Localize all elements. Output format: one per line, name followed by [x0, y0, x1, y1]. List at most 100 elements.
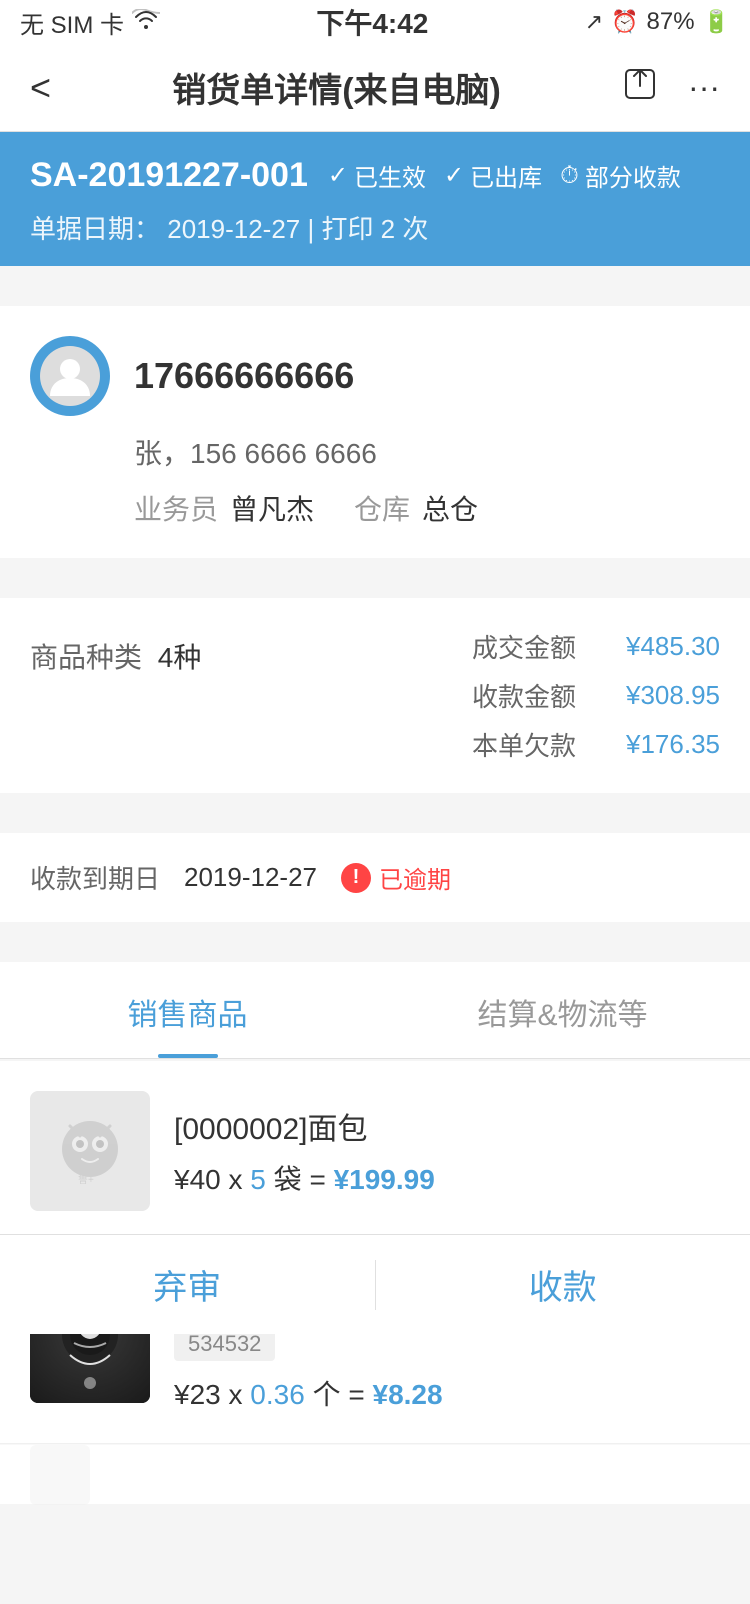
- product-item-1: 鲁+ [0000002]面包 ¥40 x 5 袋 = ¥199.99: [0, 1061, 750, 1242]
- total-1: ¥199.99: [334, 1164, 435, 1195]
- location-icon: ↗: [585, 9, 603, 35]
- summary-section: 商品种类 4种 成交金额 ¥485.30 收款金额 ¥308.95 本单欠款 ¥…: [0, 598, 750, 793]
- status-bar: 无 SIM 卡 下午4:42 ↗ ⏰ 87% 🔋: [0, 0, 750, 44]
- due-section: 收款到期日 2019-12-27 ! 已逾期: [0, 833, 750, 922]
- bottom-padding: [0, 1504, 750, 1604]
- order-banner: SA-20191227-001 ✓ 已生效 ✓ 已出库 ⏱ 部分收款 单据日期：…: [0, 132, 750, 266]
- received-label: 收款金额: [472, 677, 576, 714]
- battery-icon: 🔋: [703, 9, 730, 35]
- salesperson-value: 曾凡杰: [230, 488, 314, 528]
- price-1: ¥40: [174, 1164, 221, 1195]
- unit-2: 个: [313, 1379, 341, 1410]
- customer-section: 17666666666 张，156 6666 6666 业务员 曾凡杰 仓库 总…: [0, 306, 750, 558]
- salesperson-label: 业务员: [134, 488, 218, 528]
- overdue-label: 已逾期: [379, 860, 451, 895]
- customer-row: 17666666666: [30, 336, 720, 416]
- equals-2: =: [348, 1379, 372, 1410]
- tab-settlement-label: 结算&物流等: [477, 999, 647, 1032]
- page-title: 销货单详情(来自电脑): [172, 63, 501, 112]
- product-info-1: [0000002]面包 ¥40 x 5 袋 = ¥199.99: [174, 1104, 720, 1198]
- status-bar-right: ↗ ⏰ 87% 🔋: [585, 8, 730, 36]
- alarm-icon: ⏰: [611, 9, 638, 35]
- carrier-label: 无 SIM 卡: [20, 5, 124, 40]
- badge-partial-label: 部分收款: [585, 158, 681, 193]
- due-date-value: 2019-12-27: [184, 862, 317, 893]
- deal-label: 成交金额: [472, 628, 576, 665]
- check-icon-1: ✓: [328, 161, 348, 190]
- nav-bar: < 销货单详情(来自电脑) ···: [0, 44, 750, 132]
- salesperson-info: 业务员 曾凡杰: [134, 488, 314, 528]
- type-label: 商品种类: [30, 642, 142, 673]
- tab-products[interactable]: 销售商品: [0, 962, 375, 1058]
- type-count: 4种: [158, 642, 202, 673]
- divider-4: [0, 922, 750, 942]
- badge-partial: ⏱ 部分收款: [560, 158, 681, 193]
- confirm-button[interactable]: 收款: [376, 1240, 750, 1329]
- badge-effective-label: 已生效: [354, 158, 426, 193]
- equals-1: =: [309, 1164, 333, 1195]
- check-icon-2: ✓: [444, 161, 464, 190]
- more-button[interactable]: ···: [688, 69, 720, 106]
- qty-1: 5: [250, 1164, 266, 1195]
- wifi-icon: [132, 8, 160, 36]
- summary-left: 商品种类 4种: [30, 628, 201, 676]
- customer-meta: 业务员 曾凡杰 仓库 总仓: [134, 488, 720, 528]
- nav-right: ···: [622, 66, 720, 110]
- owed-value: ¥176.35: [600, 729, 720, 760]
- qty-2: 0.36: [250, 1379, 305, 1410]
- product-thumb-partial: [30, 1445, 90, 1505]
- back-button[interactable]: <: [30, 67, 51, 109]
- tabs-section: 销售商品 结算&物流等: [0, 962, 750, 1059]
- avatar-icon: [40, 346, 100, 406]
- overdue-badge: ! 已逾期: [341, 860, 451, 895]
- status-bar-left: 无 SIM 卡: [20, 5, 160, 40]
- tab-settlement[interactable]: 结算&物流等: [375, 962, 750, 1058]
- badge-shipped: ✓ 已出库: [444, 158, 542, 193]
- product-item-partial: [0, 1444, 750, 1504]
- print-info: | 打印 2 次: [307, 214, 428, 244]
- total-2: ¥8.28: [373, 1379, 443, 1410]
- battery-label: 87%: [647, 8, 695, 36]
- owed-row: 本单欠款 ¥176.35: [472, 726, 720, 763]
- product-name-1: [0000002]面包: [174, 1104, 720, 1148]
- order-badges: ✓ 已生效 ✓ 已出库 ⏱ 部分收款: [328, 158, 681, 193]
- owed-label: 本单欠款: [472, 726, 576, 763]
- customer-id: 17666666666: [134, 355, 354, 397]
- deal-row: 成交金额 ¥485.30: [472, 628, 720, 665]
- warehouse-value: 总仓: [422, 488, 478, 528]
- divider-2: [0, 558, 750, 578]
- warehouse-label: 仓库: [354, 488, 410, 528]
- unit-1: 袋: [274, 1164, 302, 1195]
- price-2: ¥23: [174, 1379, 221, 1410]
- clock-icon: ⏱: [560, 162, 579, 190]
- overdue-icon: !: [341, 863, 371, 893]
- banner-top: SA-20191227-001 ✓ 已生效 ✓ 已出库 ⏱ 部分收款: [30, 156, 720, 195]
- order-date-row: 单据日期： 2019-12-27 | 打印 2 次: [30, 209, 720, 246]
- received-value: ¥308.95: [600, 680, 720, 711]
- badge-effective: ✓ 已生效: [328, 158, 426, 193]
- multiply-1: x: [229, 1164, 251, 1195]
- cancel-button[interactable]: 弃审: [0, 1240, 375, 1329]
- share-button[interactable]: [622, 66, 658, 110]
- product-price-1: ¥40 x 5 袋 = ¥199.99: [174, 1158, 720, 1198]
- date-label: 单据日期：: [30, 214, 160, 244]
- summary-right: 成交金额 ¥485.30 收款金额 ¥308.95 本单欠款 ¥176.35: [472, 628, 720, 763]
- bottom-toolbar: 弃审 收款: [0, 1234, 750, 1334]
- divider-3: [0, 793, 750, 813]
- summary-row: 商品种类 4种 成交金额 ¥485.30 收款金额 ¥308.95 本单欠款 ¥…: [30, 628, 720, 763]
- badge-shipped-label: 已出库: [470, 158, 542, 193]
- deal-value: ¥485.30: [600, 631, 720, 662]
- product-price-2: ¥23 x 0.36 个 = ¥8.28: [174, 1373, 720, 1413]
- warehouse-info: 仓库 总仓: [354, 488, 478, 528]
- order-id: SA-20191227-001: [30, 156, 308, 195]
- tab-products-label: 销售商品: [128, 999, 248, 1032]
- multiply-2: x: [229, 1379, 251, 1410]
- customer-sub: 张，156 6666 6666: [134, 432, 720, 472]
- status-bar-time: 下午4:42: [316, 2, 428, 42]
- product-thumb-1: 鲁+: [30, 1091, 150, 1211]
- avatar: [30, 336, 110, 416]
- svg-text:鲁+: 鲁+: [78, 1173, 94, 1186]
- date-value: 2019-12-27: [167, 214, 300, 244]
- due-label: 收款到期日: [30, 859, 160, 896]
- divider-1: [0, 266, 750, 286]
